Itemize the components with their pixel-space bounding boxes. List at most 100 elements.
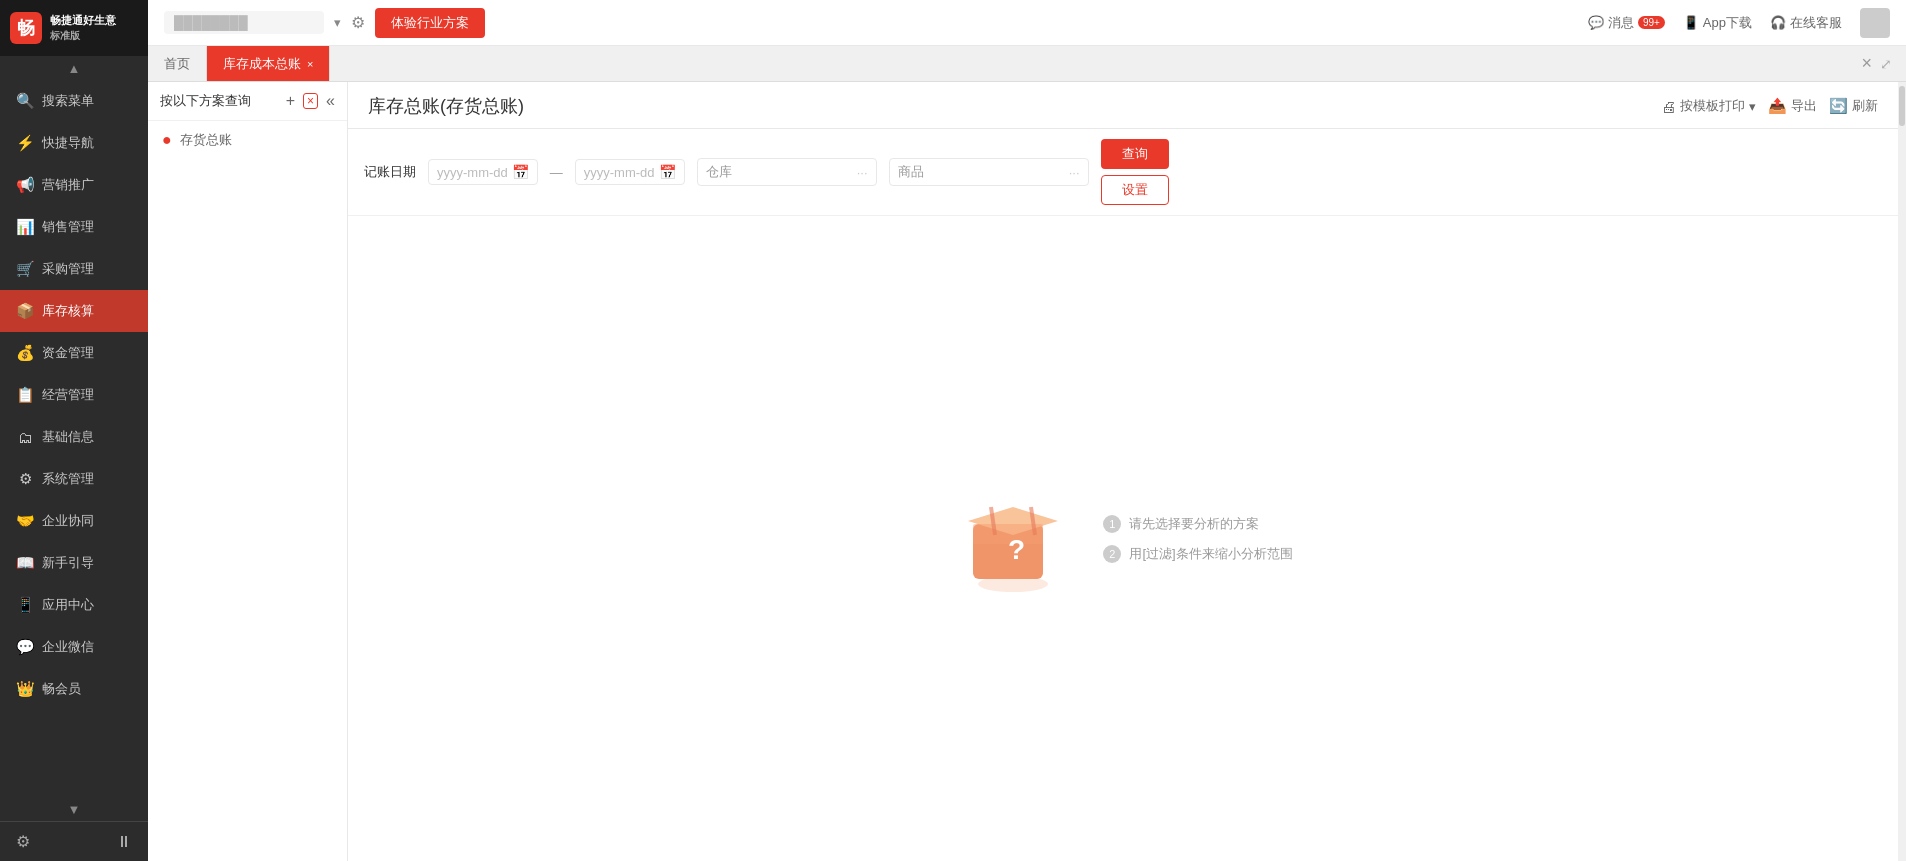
topbar-actions: 💬 消息 99+ 📱 App下载 🎧 在线客服 [1588,8,1890,38]
cooperation-icon: 🤝 [16,512,34,530]
warehouse-placeholder: 仓库 [706,163,732,181]
panel-close-btn[interactable]: × ⤢ [1847,53,1906,74]
sidebar-item-marketing[interactable]: 📢 营销推广 [0,164,148,206]
tip-num-2: 2 [1103,545,1121,563]
message-icon: 💬 [1588,15,1604,30]
empty-illustration: ? [953,479,1073,599]
topbar-gear-icon[interactable]: ⚙ [351,13,365,32]
sidebar-item-vip[interactable]: 👑 畅会员 [0,668,148,710]
logo-icon: 畅 [10,12,42,44]
sidebar-item-wechat[interactable]: 💬 企业微信 [0,626,148,668]
page-title: 库存总账(存货总账) [368,94,524,118]
sidebar-item-finance[interactable]: 💰 资金管理 [0,332,148,374]
svg-text:?: ? [1008,534,1025,565]
query-label: 记账日期 [364,163,416,181]
query-actions-right: 查询 设置 [1101,139,1169,205]
search-icon: 🔍 [16,92,34,110]
main-area: ████████ ▾ ⚙ 体验行业方案 💬 消息 99+ 📱 App下载 🎧 在… [148,0,1906,861]
scrollbar-handle[interactable] [1899,86,1905,126]
page-header-actions: 🖨 按模板打印 ▾ 📤 导出 🔄 刷新 [1661,97,1878,115]
empty-tip-2: 2 用[过滤]条件来缩小分析范围 [1103,545,1292,563]
industry-btn[interactable]: 体验行业方案 [375,8,485,38]
page-header: 库存总账(存货总账) 🖨 按模板打印 ▾ 📤 导出 🔄 刷新 [348,82,1898,129]
content-area: 按以下方案查询 + × « ● 存货总账 库存总账(存货总账) 🖨 [148,82,1906,861]
date-from-placeholder: yyyy-mm-dd [437,165,508,180]
warehouse-more-icon[interactable]: ··· [857,165,868,180]
tip-num-1: 1 [1103,515,1121,533]
query-bar: 记账日期 yyyy-mm-dd 📅 — yyyy-mm-dd 📅 仓库 ··· … [348,129,1898,216]
messages-action[interactable]: 💬 消息 99+ [1588,14,1665,32]
sidebar-menu: 🔍 搜索菜单 ⚡ 快捷导航 📢 营销推广 📊 销售管理 🛒 采购管理 📦 库存核… [0,80,148,797]
export-icon: 📤 [1768,97,1787,115]
topbar: ████████ ▾ ⚙ 体验行业方案 💬 消息 99+ 📱 App下载 🎧 在… [148,0,1906,46]
system-icon: ⚙ [16,470,34,488]
date-to-field[interactable]: yyyy-mm-dd 📅 [575,159,685,185]
refresh-btn[interactable]: 🔄 刷新 [1829,97,1878,115]
filter-item-inventory-ledger[interactable]: ● 存货总账 [148,121,347,159]
resize-icon: ⤢ [1880,56,1892,72]
marketing-icon: 📢 [16,176,34,194]
calendar-to-icon[interactable]: 📅 [659,164,676,180]
sidebar-item-appcenter[interactable]: 📱 应用中心 [0,584,148,626]
sidebar-item-cooperation[interactable]: 🤝 企业协同 [0,500,148,542]
topbar-chevron-icon[interactable]: ▾ [334,15,341,30]
filter-delete-btn[interactable]: × [303,93,318,109]
finance-icon: 💰 [16,344,34,362]
logo-name: 畅捷通好生意 [50,13,116,28]
sidebar-item-search[interactable]: 🔍 搜索菜单 [0,80,148,122]
date-to-placeholder: yyyy-mm-dd [584,165,655,180]
export-btn[interactable]: 📤 导出 [1768,97,1817,115]
online-support-action[interactable]: 🎧 在线客服 [1770,14,1842,32]
topbar-search-text: ████████ [174,15,248,30]
query-btn[interactable]: 查询 [1101,139,1169,169]
refresh-icon: 🔄 [1829,97,1848,115]
sidebar-item-sales[interactable]: 📊 销售管理 [0,206,148,248]
empty-box-svg: ? [953,479,1073,599]
sidebar-item-guide[interactable]: 📖 新手引导 [0,542,148,584]
appcenter-icon: 📱 [16,596,34,614]
headset-icon: 🎧 [1770,15,1786,30]
operation-icon: 📋 [16,386,34,404]
wechat-icon: 💬 [16,638,34,656]
empty-tips: 1 请先选择要分析的方案 2 用[过滤]条件来缩小分析范围 [1103,515,1292,563]
print-btn[interactable]: 🖨 按模板打印 ▾ [1661,97,1756,115]
tab-home[interactable]: 首页 [148,46,207,81]
sidebar-item-basic[interactable]: 🗂 基础信息 [0,416,148,458]
sidebar-item-purchase[interactable]: 🛒 采购管理 [0,248,148,290]
settings-btn[interactable]: 设置 [1101,175,1169,205]
tab-inventory-cost[interactable]: 库存成本总账 × [207,46,330,81]
filter-item-icon: ● [162,131,172,149]
sidebar-item-operation[interactable]: 📋 经营管理 [0,374,148,416]
topbar-search[interactable]: ████████ [164,11,324,34]
phone-icon: 📱 [1683,15,1699,30]
sidebar-item-system[interactable]: ⚙ 系统管理 [0,458,148,500]
shortcut-icon: ⚡ [16,134,34,152]
goods-select[interactable]: 商品 ··· [889,158,1089,186]
sidebar-bottom: ⚙ ⏸ [0,821,148,861]
sidebar-item-shortcut[interactable]: ⚡ 快捷导航 [0,122,148,164]
settings-icon[interactable]: ⚙ [16,832,30,851]
messages-badge: 99+ [1638,16,1665,29]
right-scrollbar[interactable] [1898,82,1906,861]
tab-close-icon[interactable]: × [307,58,313,70]
scroll-up-btn[interactable]: ▲ [0,56,148,80]
user-avatar[interactable] [1860,8,1890,38]
filter-add-btn[interactable]: + [286,92,295,110]
warehouse-select[interactable]: 仓库 ··· [697,158,877,186]
tabs-bar: 首页 库存成本总账 × × ⤢ [148,46,1906,82]
scroll-down-btn[interactable]: ▼ [0,797,148,821]
tip-text-1: 请先选择要分析的方案 [1129,515,1259,533]
date-from-field[interactable]: yyyy-mm-dd 📅 [428,159,538,185]
goods-more-icon[interactable]: ··· [1069,165,1080,180]
filter-header-actions: + × « [286,92,335,110]
sidebar-item-inventory[interactable]: 📦 库存核算 [0,290,148,332]
empty-tip-1: 1 请先选择要分析的方案 [1103,515,1292,533]
calendar-from-icon[interactable]: 📅 [512,164,529,180]
sidebar: 畅 畅捷通好生意 标准版 ▲ 🔍 搜索菜单 ⚡ 快捷导航 📢 营销推广 📊 销售… [0,0,148,861]
app-download-action[interactable]: 📱 App下载 [1683,14,1752,32]
audio-icon[interactable]: ⏸ [116,833,132,851]
filter-header: 按以下方案查询 + × « [148,82,347,121]
sidebar-logo: 畅 畅捷通好生意 标准版 [0,0,148,56]
logo-badge: 标准版 [50,29,116,43]
collapse-btn[interactable]: « [326,92,335,110]
